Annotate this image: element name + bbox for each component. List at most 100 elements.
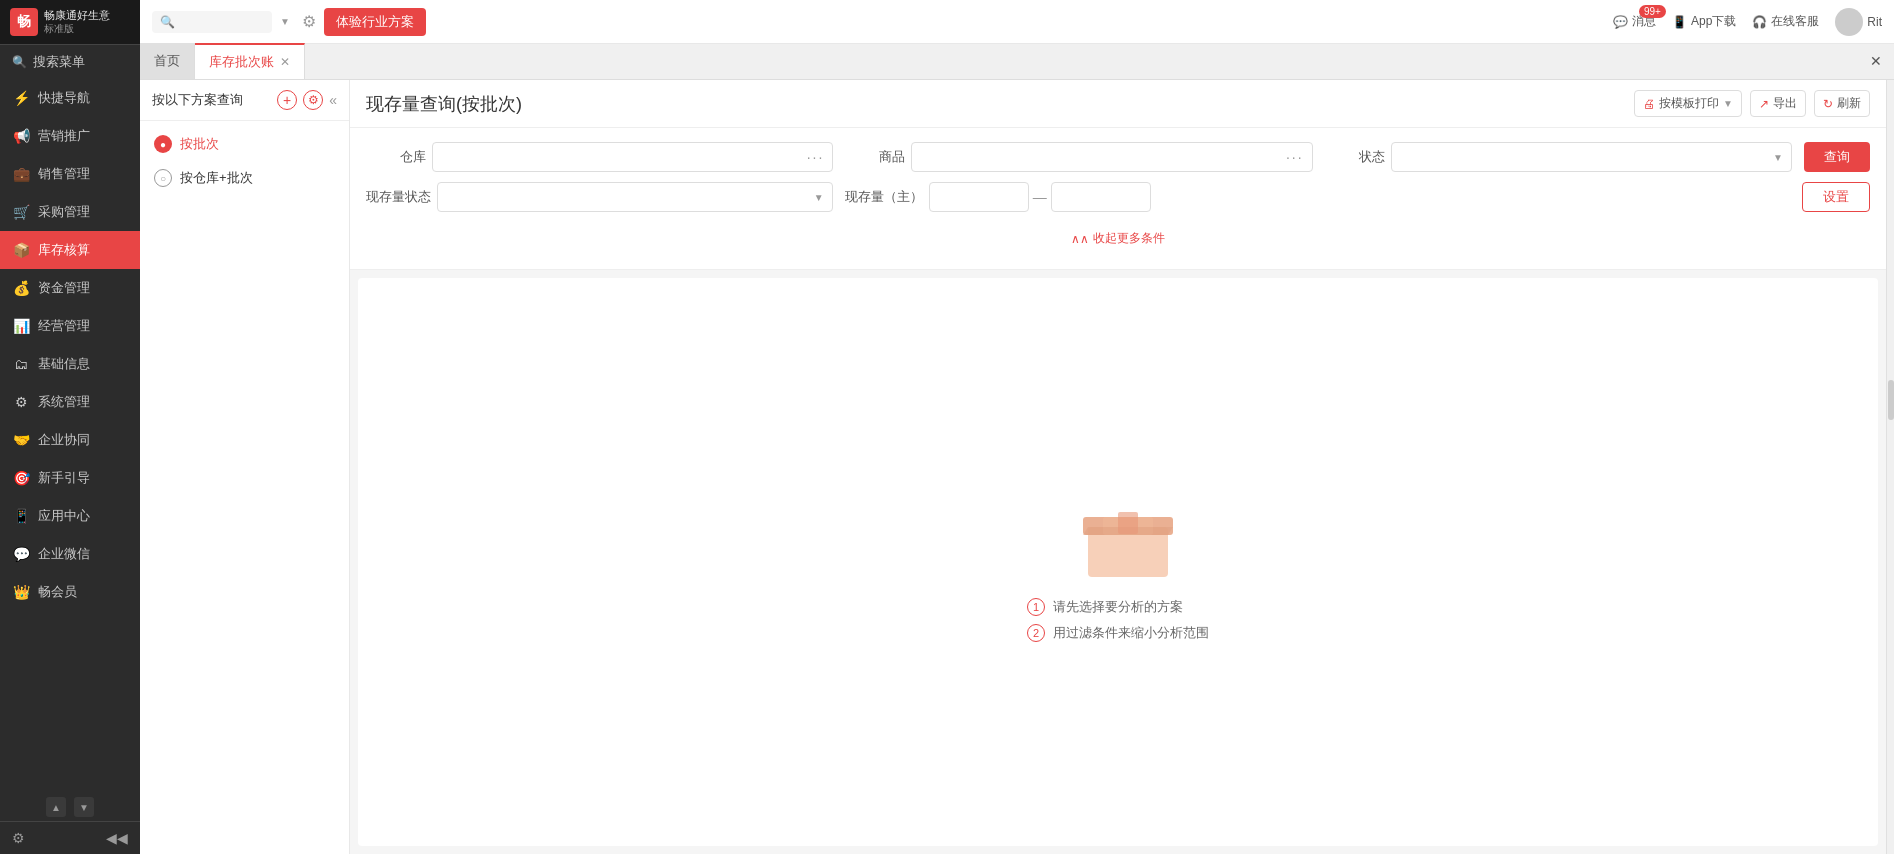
print-btn[interactable]: 🖨 按模板打印 ▼ [1634, 90, 1742, 117]
status-input[interactable]: ▼ [1391, 142, 1792, 172]
online-service-label: 在线客服 [1771, 13, 1819, 30]
page-titlebar-actions: 🖨 按模板打印 ▼ ↗ 导出 ↻ 刷新 [1634, 90, 1870, 117]
tab-home[interactable]: 首页 [140, 43, 195, 79]
tabbar: 首页 库存批次账 ✕ ✕ [140, 44, 1894, 80]
inventory-status-field: 现存量状态 ▼ [366, 182, 833, 212]
sidebar-item-basic[interactable]: 🗂基础信息 [0, 345, 140, 383]
filter-title: 按以下方案查询 [152, 91, 243, 109]
sidebar-item-wechat[interactable]: 💬企业微信 [0, 535, 140, 573]
trial-btn[interactable]: 体验行业方案 [324, 8, 426, 36]
filter-item-icon-by-batch: ● [154, 135, 172, 153]
sidebar-search-label: 搜索菜单 [33, 53, 85, 71]
topbar-dropdown-icon[interactable]: ▼ [280, 16, 290, 27]
online-service-btn[interactable]: 🎧 在线客服 [1752, 13, 1819, 30]
inventory-qty-to-input[interactable] [1051, 182, 1151, 212]
avatar [1835, 8, 1863, 36]
sidebar-item-enterprise[interactable]: 🤝企业协同 [0, 421, 140, 459]
inventory-status-label: 现存量状态 [366, 188, 431, 206]
warehouse-dots-icon[interactable]: ··· [807, 149, 825, 165]
refresh-btn[interactable]: ↻ 刷新 [1814, 90, 1870, 117]
sidebar-header: 畅 畅康通好生意 标准版 [0, 0, 140, 45]
export-btn[interactable]: ↗ 导出 [1750, 90, 1806, 117]
search-icon: 🔍 [12, 55, 27, 69]
sidebar-item-quick-nav[interactable]: ⚡快捷导航 [0, 79, 140, 117]
tip-number-2: 2 [1027, 624, 1045, 642]
content: 按以下方案查询 + ⚙ « ●按批次○按仓库+批次 现存量查询(按批次) 🖨 按 [140, 80, 1894, 854]
filter-collapse-icon[interactable]: « [329, 92, 337, 108]
filter-add-btn[interactable]: + [277, 90, 297, 110]
username-label: Rit [1867, 15, 1882, 29]
sidebar-scroll-up[interactable]: ▲ [46, 797, 66, 817]
warehouse-input[interactable]: ··· [432, 142, 833, 172]
sidebar-item-sales[interactable]: 💼销售管理 [0, 155, 140, 193]
nav-label-system: 系统管理 [38, 393, 90, 411]
product-label: 商品 [845, 148, 905, 166]
sidebar: 畅 畅康通好生意 标准版 🔍 搜索菜单 ⚡快捷导航 📢 营销推广 💼销售管理🛒采购管理… [0, 0, 140, 854]
sidebar-item-inventory[interactable]: 📦库存核算 [0, 231, 140, 269]
sidebar-item-marketing[interactable]: 📢 营销推广 [0, 117, 140, 155]
tab-close-icon[interactable]: ✕ [280, 55, 290, 69]
sidebar-logo: 畅 [10, 8, 38, 36]
right-scrollbar[interactable] [1886, 80, 1894, 854]
nav-icon-inventory: 📦 [12, 241, 30, 259]
filter-item-by-warehouse-batch[interactable]: ○按仓库+批次 [140, 161, 349, 195]
sidebar-item-system[interactable]: ⚙ 系统管理 [0, 383, 140, 421]
product-input[interactable]: ··· [911, 142, 1312, 172]
nav-icon-system: ⚙ [12, 393, 30, 411]
app-download-label: App下载 [1691, 13, 1736, 30]
nav-label-marketing: 营销推广 [38, 127, 90, 145]
sidebar-search-btn[interactable]: 🔍 搜索菜单 [0, 45, 140, 79]
nav-icon-marketing: 📢 [12, 127, 30, 145]
sidebar-bottom: ⚙ ◀◀ [0, 821, 140, 854]
filter-settings-btn[interactable]: ⚙ [303, 90, 323, 110]
status-dropdown-icon[interactable]: ▼ [1773, 152, 1783, 163]
topbar-search-input[interactable] [179, 15, 259, 29]
sidebar-nav: ⚡快捷导航 📢 营销推广 💼销售管理🛒采购管理📦库存核算💰资金管理📊经营管理🗂基础信息… [0, 79, 140, 793]
sidebar-item-guide[interactable]: 🎯新手引导 [0, 459, 140, 497]
sidebar-collapse-btn[interactable]: ◀◀ [106, 830, 128, 846]
empty-tip-1: 1 请先选择要分析的方案 [1027, 598, 1209, 616]
nav-label-finance: 资金管理 [38, 279, 90, 297]
tab-panel-close-btn[interactable]: ✕ [1858, 43, 1894, 79]
tab-home-label: 首页 [154, 52, 180, 70]
topbar-search-box[interactable]: 🔍 [152, 11, 272, 33]
collapse-more-label: 收起更多条件 [1093, 230, 1165, 247]
tip-text-1: 请先选择要分析的方案 [1053, 598, 1183, 616]
sidebar-scroll-down[interactable]: ▼ [74, 797, 94, 817]
nav-label-guide: 新手引导 [38, 469, 90, 487]
filter-items-list: ● 按批次 ○按仓库+批次 [140, 121, 349, 201]
page-titlebar: 现存量查询(按批次) 🖨 按模板打印 ▼ ↗ 导出 ↻ 刷新 [350, 80, 1886, 128]
nav-icon-basic: 🗂 [12, 355, 30, 373]
warehouse-field: 仓库 ··· [366, 142, 833, 172]
print-label: 按模板打印 [1659, 95, 1719, 112]
nav-label-app-center: 应用中心 [38, 507, 90, 525]
query-btn[interactable]: 查询 [1804, 142, 1870, 172]
sidebar-item-vip[interactable]: 👑畅会员 [0, 573, 140, 611]
message-btn[interactable]: 💬 消息 99+ [1613, 13, 1656, 30]
topbar-actions: 💬 消息 99+ 📱 App下载 🎧 在线客服 Rit [1613, 8, 1882, 36]
nav-icon-enterprise: 🤝 [12, 431, 30, 449]
app-download-btn[interactable]: 📱 App下载 [1672, 13, 1736, 30]
app-download-icon: 📱 [1672, 15, 1687, 29]
sidebar-settings-icon[interactable]: ⚙ [12, 830, 25, 846]
inventory-status-arrow-icon[interactable]: ▼ [814, 192, 824, 203]
sidebar-item-purchase[interactable]: 🛒采购管理 [0, 193, 140, 231]
tip-number-1: 1 [1027, 598, 1045, 616]
collapse-more-btn[interactable]: ∧∧ 收起更多条件 [366, 222, 1870, 255]
sidebar-item-app-center[interactable]: 📱应用中心 [0, 497, 140, 535]
nav-label-wechat: 企业微信 [38, 545, 90, 563]
main: 🔍 ▼ ⚙ 体验行业方案 💬 消息 99+ 📱 App下载 🎧 在线客服 Rit [140, 0, 1894, 854]
print-dropdown-icon[interactable]: ▼ [1723, 98, 1733, 109]
product-dots-icon[interactable]: ··· [1286, 149, 1304, 165]
sidebar-item-operation[interactable]: 📊经营管理 [0, 307, 140, 345]
user-avatar-btn[interactable]: Rit [1835, 8, 1882, 36]
tab-inventory-batch[interactable]: 库存批次账 ✕ [195, 43, 305, 79]
filter-item-by-batch[interactable]: ● 按批次 [140, 127, 349, 161]
filter-item-label-by-batch: 按批次 [180, 135, 219, 153]
topbar-settings-icon[interactable]: ⚙ [302, 12, 316, 31]
inventory-qty-from-input[interactable] [929, 182, 1029, 212]
settings-btn[interactable]: 设置 [1802, 182, 1870, 212]
sidebar-item-finance[interactable]: 💰资金管理 [0, 269, 140, 307]
empty-icon [1068, 482, 1168, 582]
inventory-status-input[interactable]: ▼ [437, 182, 833, 212]
